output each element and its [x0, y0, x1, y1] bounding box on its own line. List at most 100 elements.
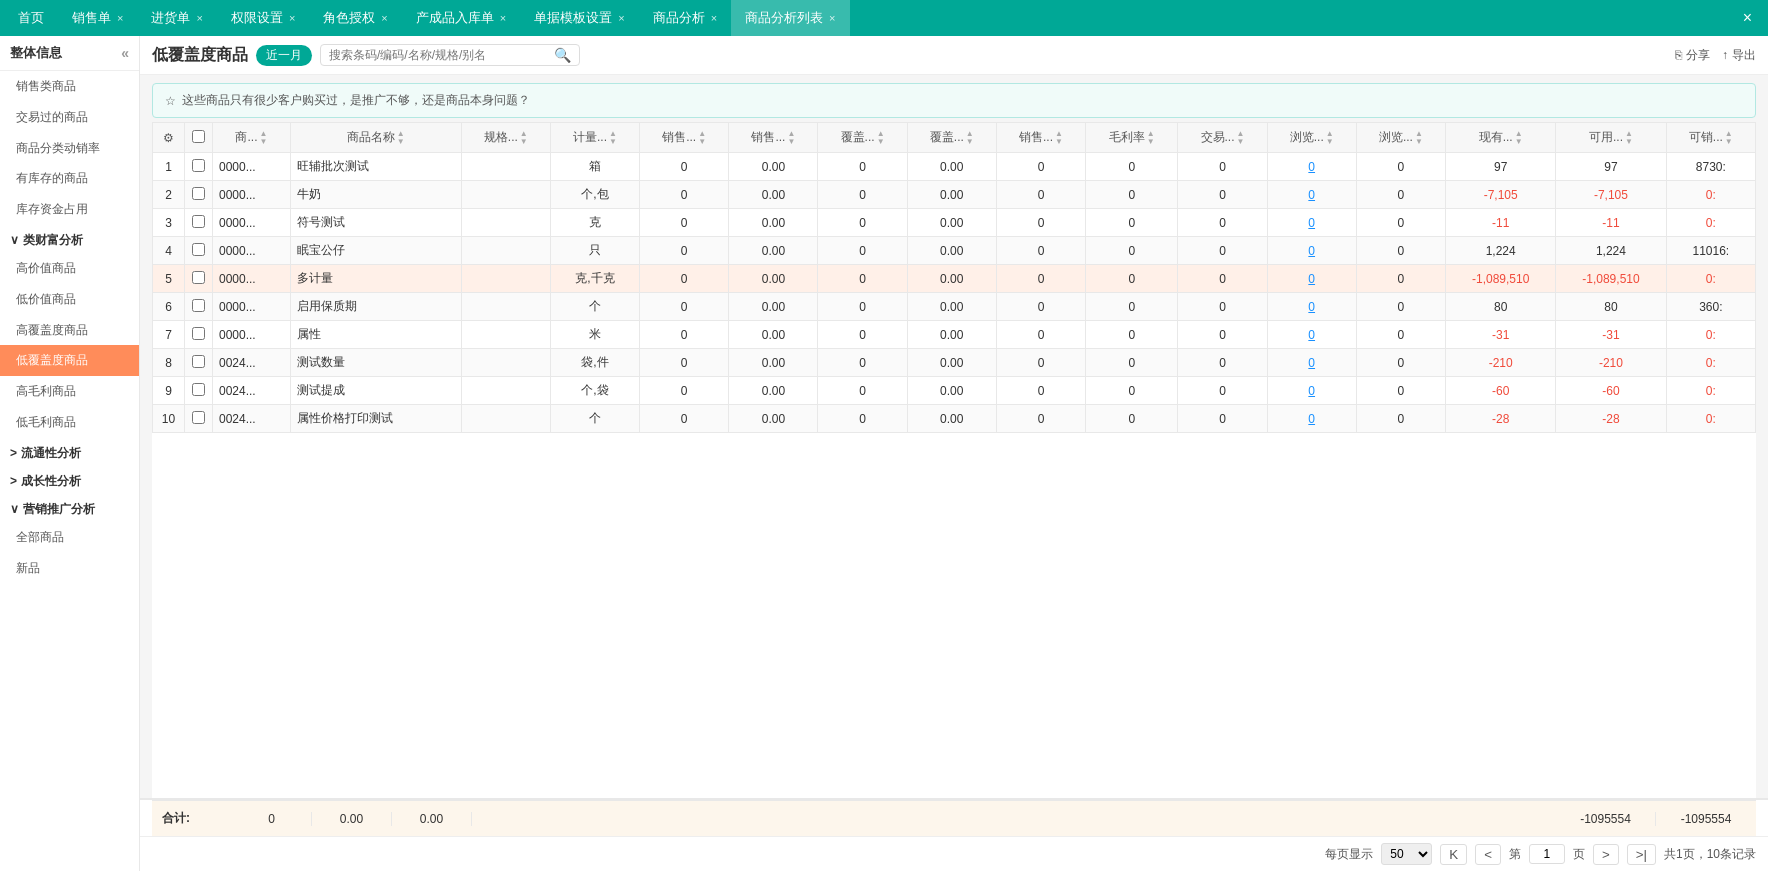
- sidebar-item-low-margin[interactable]: 低毛利商品: [0, 407, 139, 438]
- col-current-stock[interactable]: 现有...▲▼: [1446, 123, 1556, 153]
- nav-tab-permission[interactable]: 权限设置 ×: [217, 0, 309, 36]
- sidebar-item-traded-goods[interactable]: 交易过的商品: [0, 102, 139, 133]
- nav-tab-sales[interactable]: 销售单 ×: [58, 0, 137, 36]
- row-select-checkbox[interactable]: [192, 299, 205, 312]
- col-gross-margin[interactable]: 毛利率▲▼: [1086, 123, 1178, 153]
- col-checkbox[interactable]: [185, 123, 213, 153]
- row-checkbox[interactable]: [185, 293, 213, 321]
- sidebar-item-high-margin[interactable]: 高毛利商品: [0, 376, 139, 407]
- row-view1[interactable]: 0: [1267, 209, 1356, 237]
- page-size-select[interactable]: 50 100 200: [1381, 843, 1432, 865]
- row-checkbox[interactable]: [185, 265, 213, 293]
- col-name[interactable]: 商品名称▲▼: [290, 123, 461, 153]
- row-view1[interactable]: 0: [1267, 349, 1356, 377]
- export-button[interactable]: ↑ 导出: [1722, 47, 1756, 64]
- sidebar-item-low-coverage[interactable]: 低覆盖度商品: [0, 345, 139, 376]
- row-checkbox[interactable]: [185, 181, 213, 209]
- nav-tab-purchase[interactable]: 进货单 ×: [137, 0, 216, 36]
- sidebar-item-stock-fund[interactable]: 库存资金占用: [0, 194, 139, 225]
- sidebar-group-marketing[interactable]: ∨ 营销推广分析: [0, 494, 139, 522]
- row-sales3: 0: [996, 153, 1085, 181]
- sidebar-item-high-coverage[interactable]: 高覆盖度商品: [0, 315, 139, 346]
- close-icon[interactable]: ×: [196, 12, 202, 24]
- row-select-checkbox[interactable]: [192, 243, 205, 256]
- nav-tab-home[interactable]: 首页: [4, 0, 58, 36]
- share-button[interactable]: ⎘ 分享: [1675, 47, 1710, 64]
- row-select-checkbox[interactable]: [192, 187, 205, 200]
- close-icon[interactable]: ×: [711, 12, 717, 24]
- select-all-checkbox[interactable]: [192, 130, 205, 143]
- row-view1[interactable]: 0: [1267, 237, 1356, 265]
- row-select-checkbox[interactable]: [192, 159, 205, 172]
- page-number-input[interactable]: [1529, 844, 1565, 864]
- row-view1[interactable]: 0: [1267, 321, 1356, 349]
- sidebar-item-low-value[interactable]: 低价值商品: [0, 284, 139, 315]
- col-sales3[interactable]: 销售...▲▼: [996, 123, 1085, 153]
- row-view1[interactable]: 0: [1267, 181, 1356, 209]
- col-view1[interactable]: 浏览...▲▼: [1267, 123, 1356, 153]
- col-view2[interactable]: 浏览...▲▼: [1356, 123, 1445, 153]
- sidebar-group-liquidity[interactable]: > 流通性分析: [0, 438, 139, 466]
- col-sales-count[interactable]: 销售...▲▼: [640, 123, 729, 153]
- next-page-button[interactable]: >: [1593, 844, 1619, 865]
- close-icon[interactable]: ×: [618, 12, 624, 24]
- sidebar-item-category-rate[interactable]: 商品分类动销率: [0, 133, 139, 164]
- sidebar-item-sales-goods[interactable]: 销售类商品: [0, 71, 139, 102]
- row-view1[interactable]: 0: [1267, 377, 1356, 405]
- col-coverage2[interactable]: 覆盖...▲▼: [907, 123, 996, 153]
- sidebar-collapse-button[interactable]: «: [121, 45, 129, 61]
- search-icon[interactable]: 🔍: [554, 47, 571, 63]
- row-select-checkbox[interactable]: [192, 355, 205, 368]
- row-select-checkbox[interactable]: [192, 327, 205, 340]
- row-checkbox[interactable]: [185, 377, 213, 405]
- close-icon[interactable]: ×: [500, 12, 506, 24]
- col-available[interactable]: 可用...▲▼: [1556, 123, 1666, 153]
- row-checkbox[interactable]: [185, 349, 213, 377]
- col-coverage1[interactable]: 覆盖...▲▼: [818, 123, 907, 153]
- col-code[interactable]: 商...▲▼: [213, 123, 291, 153]
- nav-tab-template[interactable]: 单据模板设置 ×: [520, 0, 638, 36]
- col-saleable[interactable]: 可销...▲▼: [1666, 123, 1755, 153]
- row-checkbox[interactable]: [185, 405, 213, 433]
- prev-page-button[interactable]: <: [1475, 844, 1501, 865]
- nav-tab-product-in[interactable]: 产成品入库单 ×: [402, 0, 520, 36]
- sidebar-group-growth[interactable]: > 成长性分析: [0, 466, 139, 494]
- row-checkbox[interactable]: [185, 321, 213, 349]
- row-select-checkbox[interactable]: [192, 271, 205, 284]
- nav-tab-role[interactable]: 角色授权 ×: [309, 0, 401, 36]
- row-select-checkbox[interactable]: [192, 215, 205, 228]
- period-button[interactable]: 近一月: [256, 45, 312, 66]
- search-input[interactable]: [329, 48, 550, 62]
- nav-tab-analysis-list[interactable]: 商品分析列表 ×: [731, 0, 849, 36]
- row-checkbox[interactable]: [185, 153, 213, 181]
- row-coverage2: 0.00: [907, 377, 996, 405]
- window-close-button[interactable]: ×: [1731, 9, 1764, 27]
- row-view1[interactable]: 0: [1267, 265, 1356, 293]
- row-select-checkbox[interactable]: [192, 411, 205, 424]
- first-page-button[interactable]: K: [1440, 844, 1467, 865]
- sidebar-item-new-goods[interactable]: 新品: [0, 553, 139, 584]
- col-trade[interactable]: 交易...▲▼: [1178, 123, 1267, 153]
- row-view1[interactable]: 0: [1267, 153, 1356, 181]
- col-settings[interactable]: ⚙: [153, 123, 185, 153]
- close-icon[interactable]: ×: [117, 12, 123, 24]
- row-select-checkbox[interactable]: [192, 383, 205, 396]
- sidebar-group-wealth[interactable]: ∨ 类财富分析: [0, 225, 139, 253]
- sidebar-item-high-value[interactable]: 高价值商品: [0, 253, 139, 284]
- sidebar-item-all-goods[interactable]: 全部商品: [0, 522, 139, 553]
- close-icon[interactable]: ×: [289, 12, 295, 24]
- row-checkbox[interactable]: [185, 209, 213, 237]
- row-view2: 0: [1356, 237, 1445, 265]
- nav-tab-analysis[interactable]: 商品分析 ×: [639, 0, 731, 36]
- row-unit: 箱: [550, 153, 639, 181]
- col-unit[interactable]: 计量...▲▼: [550, 123, 639, 153]
- col-spec[interactable]: 规格...▲▼: [461, 123, 550, 153]
- row-checkbox[interactable]: [185, 237, 213, 265]
- close-icon[interactable]: ×: [381, 12, 387, 24]
- last-page-button[interactable]: >|: [1627, 844, 1656, 865]
- close-icon[interactable]: ×: [829, 12, 835, 24]
- sidebar-item-in-stock[interactable]: 有库存的商品: [0, 163, 139, 194]
- col-sales-amount[interactable]: 销售...▲▼: [729, 123, 818, 153]
- row-view1[interactable]: 0: [1267, 405, 1356, 433]
- row-view1[interactable]: 0: [1267, 293, 1356, 321]
